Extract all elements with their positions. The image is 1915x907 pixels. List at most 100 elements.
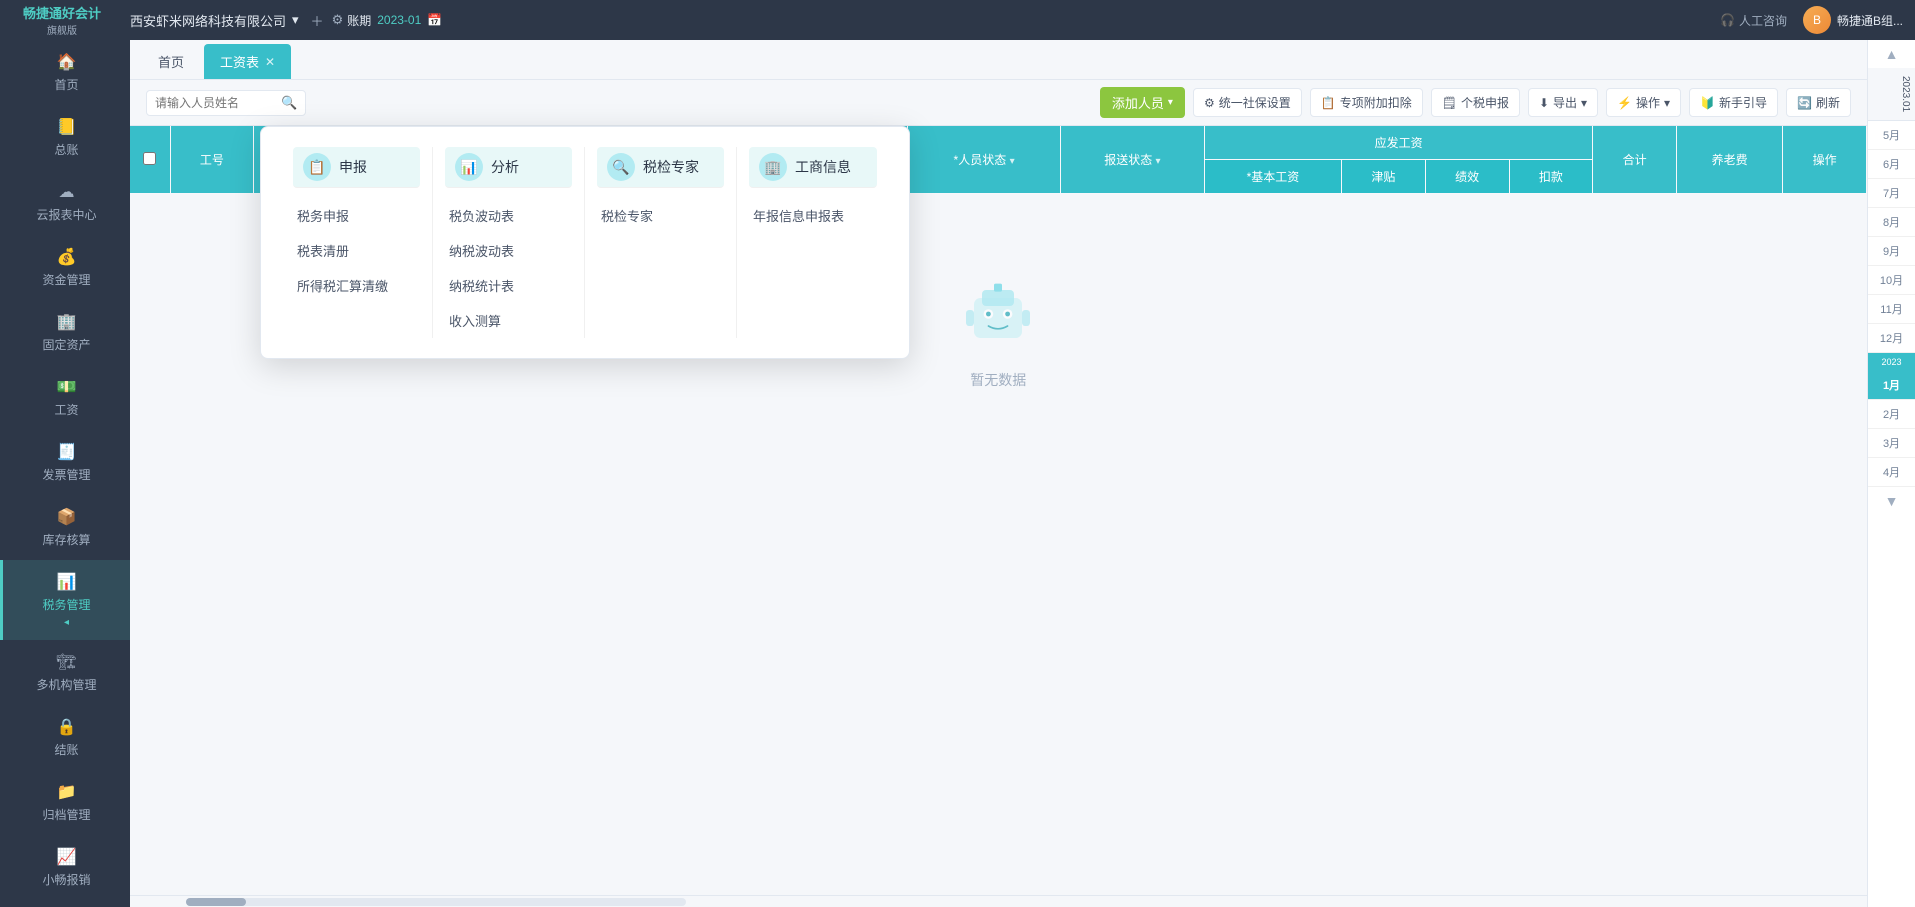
sidebar-item-salary[interactable]: 💵 工资: [0, 365, 130, 430]
tax-col-declaration: 📋 申报 税务申报 税表清册 所得税汇算清缴: [281, 147, 433, 338]
export-button[interactable]: ⬇ 导出 ▾: [1528, 88, 1598, 117]
add-person-button[interactable]: 添加人员 ▾: [1100, 87, 1185, 118]
ledger-icon: 📒: [57, 117, 77, 137]
sidebar-item-multi[interactable]: 🏗 多机构管理: [0, 640, 130, 705]
rs-month-3[interactable]: 3月: [1868, 429, 1915, 458]
calendar-icon[interactable]: 📅: [427, 13, 442, 27]
refresh-button[interactable]: 🔄 刷新: [1786, 88, 1851, 117]
header-allowance: 津贴: [1341, 160, 1425, 194]
rs-month-1[interactable]: 1月: [1868, 371, 1915, 400]
rs-month-12[interactable]: 12月: [1868, 324, 1915, 353]
logo-main: 畅捷通好会计: [23, 3, 101, 22]
tab-close-icon[interactable]: ✕: [265, 55, 275, 69]
rs-month-5[interactable]: 5月: [1868, 121, 1915, 150]
close-period-icon: 🔒: [57, 717, 77, 737]
search-icon: 🔍: [281, 95, 297, 111]
bottom-scrollbar[interactable]: [130, 895, 1867, 907]
tab-salary[interactable]: 工资表 ✕: [204, 44, 291, 79]
user-info[interactable]: B 畅捷通B组...: [1803, 6, 1903, 34]
social-security-icon: ⚙: [1204, 96, 1215, 110]
headset-icon: 🎧: [1720, 13, 1735, 27]
sidebar-label-cloud: 云报表中心: [36, 206, 96, 223]
tab-home[interactable]: 首页: [142, 44, 200, 79]
sidebar-item-tax[interactable]: 📊 税务管理 ◂: [0, 560, 130, 640]
sidebar-item-report[interactable]: 📈 小畅报销: [0, 835, 130, 900]
tax-item-income-tax-settle[interactable]: 所得税汇算清缴: [293, 268, 420, 303]
social-security-button[interactable]: ⚙ 统一社保设置: [1193, 88, 1302, 117]
operations-dropdown-icon: ▾: [1664, 96, 1670, 110]
tab-salary-label: 工资表: [220, 52, 259, 71]
search-input[interactable]: [155, 96, 275, 110]
individual-tax-button[interactable]: 🗒 个税申报: [1431, 88, 1520, 117]
rs-month-6[interactable]: 6月: [1868, 150, 1915, 179]
tax-item-annual-report[interactable]: 年报信息申报表: [749, 198, 877, 233]
toolbar: 🔍 添加人员 ▾ ⚙ 统一社保设置 📋 专项附加扣除 🗒 个税申报: [130, 80, 1867, 126]
rs-month-11[interactable]: 11月: [1868, 295, 1915, 324]
sidebar-item-settings[interactable]: ⚙ 基础设置: [0, 900, 130, 907]
rs-month-4[interactable]: 4月: [1868, 458, 1915, 487]
tax-item-income-calc[interactable]: 收入测算: [445, 303, 572, 338]
sidebar-item-home[interactable]: 🏠 首页: [0, 40, 130, 105]
rs-month-10[interactable]: 10月: [1868, 266, 1915, 295]
rs-month-2[interactable]: 2月: [1868, 400, 1915, 429]
tax-item-tax-declaration[interactable]: 税务申报: [293, 198, 420, 233]
tax-menu-popup: 📋 申报 税务申报 税表清册 所得税汇算清缴 📊 分析 税负波动表 纳税波动表 …: [260, 126, 910, 359]
sidebar-item-assets[interactable]: 🏢 固定资产: [0, 300, 130, 365]
rs-month-7[interactable]: 7月: [1868, 179, 1915, 208]
company-dropdown-icon: ▾: [292, 12, 299, 28]
submit-filter-icon[interactable]: ▾: [1156, 156, 1161, 167]
operations-button[interactable]: ⚡ 操作 ▾: [1606, 88, 1681, 117]
scroll-thumb[interactable]: [186, 898, 246, 906]
empty-icon: [958, 274, 1038, 354]
sidebar-label-ledger: 总账: [54, 141, 78, 158]
select-all-checkbox[interactable]: [143, 152, 156, 165]
settings-icon[interactable]: ⚙: [332, 12, 344, 28]
tax-item-tax-burden[interactable]: 税负波动表: [445, 198, 572, 233]
collapse-arrow: ◂: [64, 617, 69, 628]
sidebar-label-assets: 固定资产: [42, 336, 90, 353]
sidebar-item-cloud[interactable]: ☁ 云报表中心: [0, 170, 130, 235]
sidebar-item-fund[interactable]: 💰 资金管理: [0, 235, 130, 300]
sidebar-item-close[interactable]: 🔒 结账: [0, 705, 130, 770]
rs-month-8[interactable]: 8月: [1868, 208, 1915, 237]
tax-item-tax-fluctuation[interactable]: 纳税波动表: [445, 233, 572, 268]
tab-bar: 首页 工资表 ✕: [130, 40, 1867, 80]
sidebar-item-invoice[interactable]: 🧾 发票管理: [0, 430, 130, 495]
rs-up-arrow[interactable]: ▲: [1868, 40, 1915, 68]
sidebar-item-archive[interactable]: 📁 归档管理: [0, 770, 130, 835]
period-label: 账期 2023-01 📅: [347, 12, 442, 29]
inventory-icon: 📦: [57, 507, 77, 527]
tax-item-tax-stats[interactable]: 纳税统计表: [445, 268, 572, 303]
new-guide-button[interactable]: 🔰 新手引导: [1689, 88, 1778, 117]
assets-icon: 🏢: [57, 312, 77, 332]
tax-item-expert[interactable]: 税检专家: [597, 198, 724, 233]
tax-item-tax-form-list[interactable]: 税表清册: [293, 233, 420, 268]
user-name: 畅捷通B组...: [1837, 12, 1903, 29]
add-company-btn[interactable]: ＋: [311, 11, 324, 30]
sidebar-label-close: 结账: [54, 741, 78, 758]
special-deduct-button[interactable]: 📋 专项附加扣除: [1310, 88, 1423, 117]
rs-month-9[interactable]: 9月: [1868, 237, 1915, 266]
header-salary-group: 应发工资: [1204, 126, 1592, 160]
analysis-label: 分析: [491, 157, 519, 177]
main-layout: 🏠 首页 📒 总账 ☁ 云报表中心 💰 资金管理 🏢 固定资产 💵 工资 🧾 发…: [0, 40, 1915, 907]
sidebar-item-inventory[interactable]: 📦 库存核算: [0, 495, 130, 560]
export-dropdown-icon: ▾: [1581, 96, 1587, 110]
search-wrap: 🔍: [146, 90, 306, 116]
add-person-label: 添加人员: [1112, 93, 1164, 112]
rs-down-arrow[interactable]: ▼: [1868, 487, 1915, 515]
tab-home-label: 首页: [158, 55, 184, 70]
analysis-icon: 📊: [455, 153, 483, 181]
support-btn[interactable]: 🎧 人工咨询: [1720, 12, 1787, 29]
header-deduction: 扣款: [1509, 160, 1593, 194]
header-submit: 报送状态 ▾: [1060, 126, 1204, 194]
rs-current-year-badge: 2023: [1868, 353, 1915, 371]
export-icon: ⬇: [1539, 96, 1549, 110]
status-filter-icon[interactable]: ▾: [1010, 156, 1015, 167]
sidebar-item-ledger[interactable]: 📒 总账: [0, 105, 130, 170]
sidebar-label-home: 首页: [54, 76, 78, 93]
company-selector[interactable]: 西安虾米网络科技有限公司 ▾: [122, 7, 307, 34]
report-icon: 📈: [57, 847, 77, 867]
sidebar-label-multi: 多机构管理: [36, 676, 96, 693]
header-checkbox-cell: [130, 126, 170, 194]
